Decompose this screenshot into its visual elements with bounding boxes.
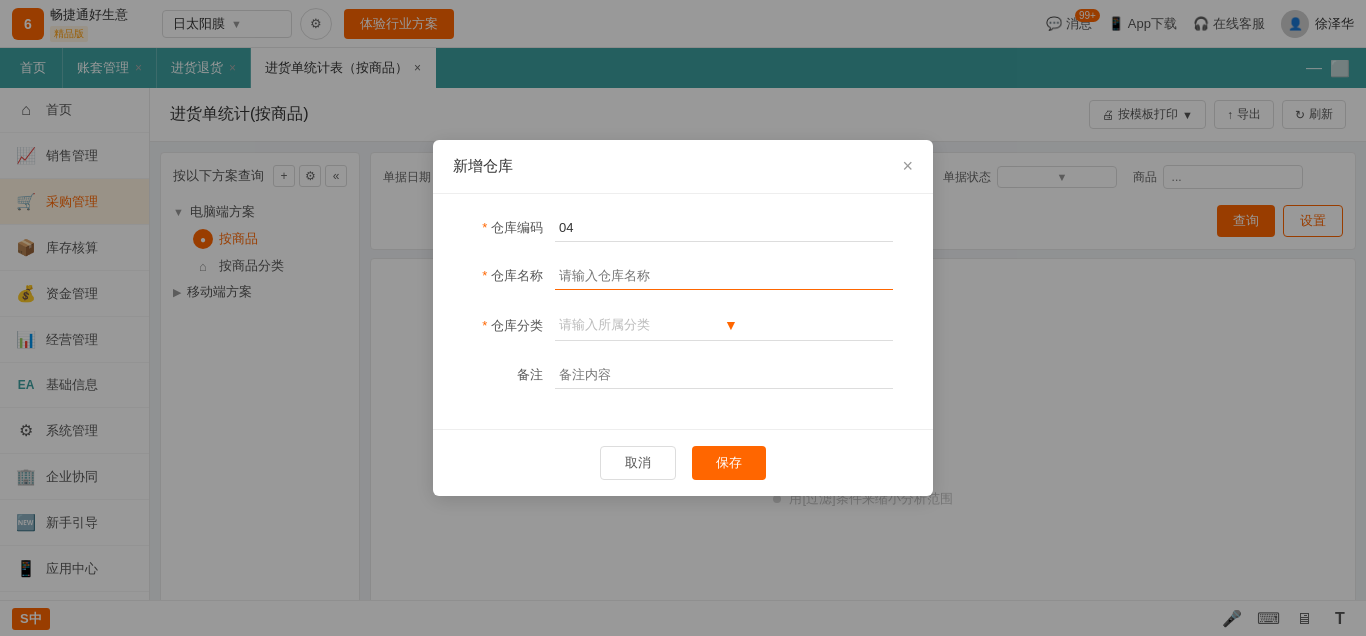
form-row-code: 仓库编码 [473, 214, 893, 242]
form-row-category: 仓库分类 请输入所属分类 ▼ [473, 310, 893, 341]
code-label: 仓库编码 [473, 219, 543, 237]
category-label: 仓库分类 [473, 317, 543, 335]
name-label: 仓库名称 [473, 267, 543, 285]
category-select-arrow: ▼ [724, 317, 889, 333]
modal-body: 仓库编码 仓库名称 仓库分类 请输入所属分类 ▼ 备注 [433, 194, 933, 429]
modal-footer: 取消 保存 [433, 429, 933, 496]
modal-overlay: 新增仓库 × 仓库编码 仓库名称 仓库分类 请输入所属分类 ▼ [0, 0, 1366, 636]
modal-title: 新增仓库 [453, 157, 513, 176]
cancel-button[interactable]: 取消 [600, 446, 676, 480]
form-row-remark: 备注 [473, 361, 893, 389]
remark-input[interactable] [555, 361, 893, 389]
name-input[interactable] [555, 262, 893, 290]
modal-close-button[interactable]: × [902, 156, 913, 177]
modal-header: 新增仓库 × [433, 140, 933, 194]
save-button[interactable]: 保存 [692, 446, 766, 480]
form-row-name: 仓库名称 [473, 262, 893, 290]
add-warehouse-modal: 新增仓库 × 仓库编码 仓库名称 仓库分类 请输入所属分类 ▼ [433, 140, 933, 496]
remark-label: 备注 [473, 366, 543, 384]
code-input[interactable] [555, 214, 893, 242]
category-select[interactable]: 请输入所属分类 ▼ [555, 310, 893, 341]
